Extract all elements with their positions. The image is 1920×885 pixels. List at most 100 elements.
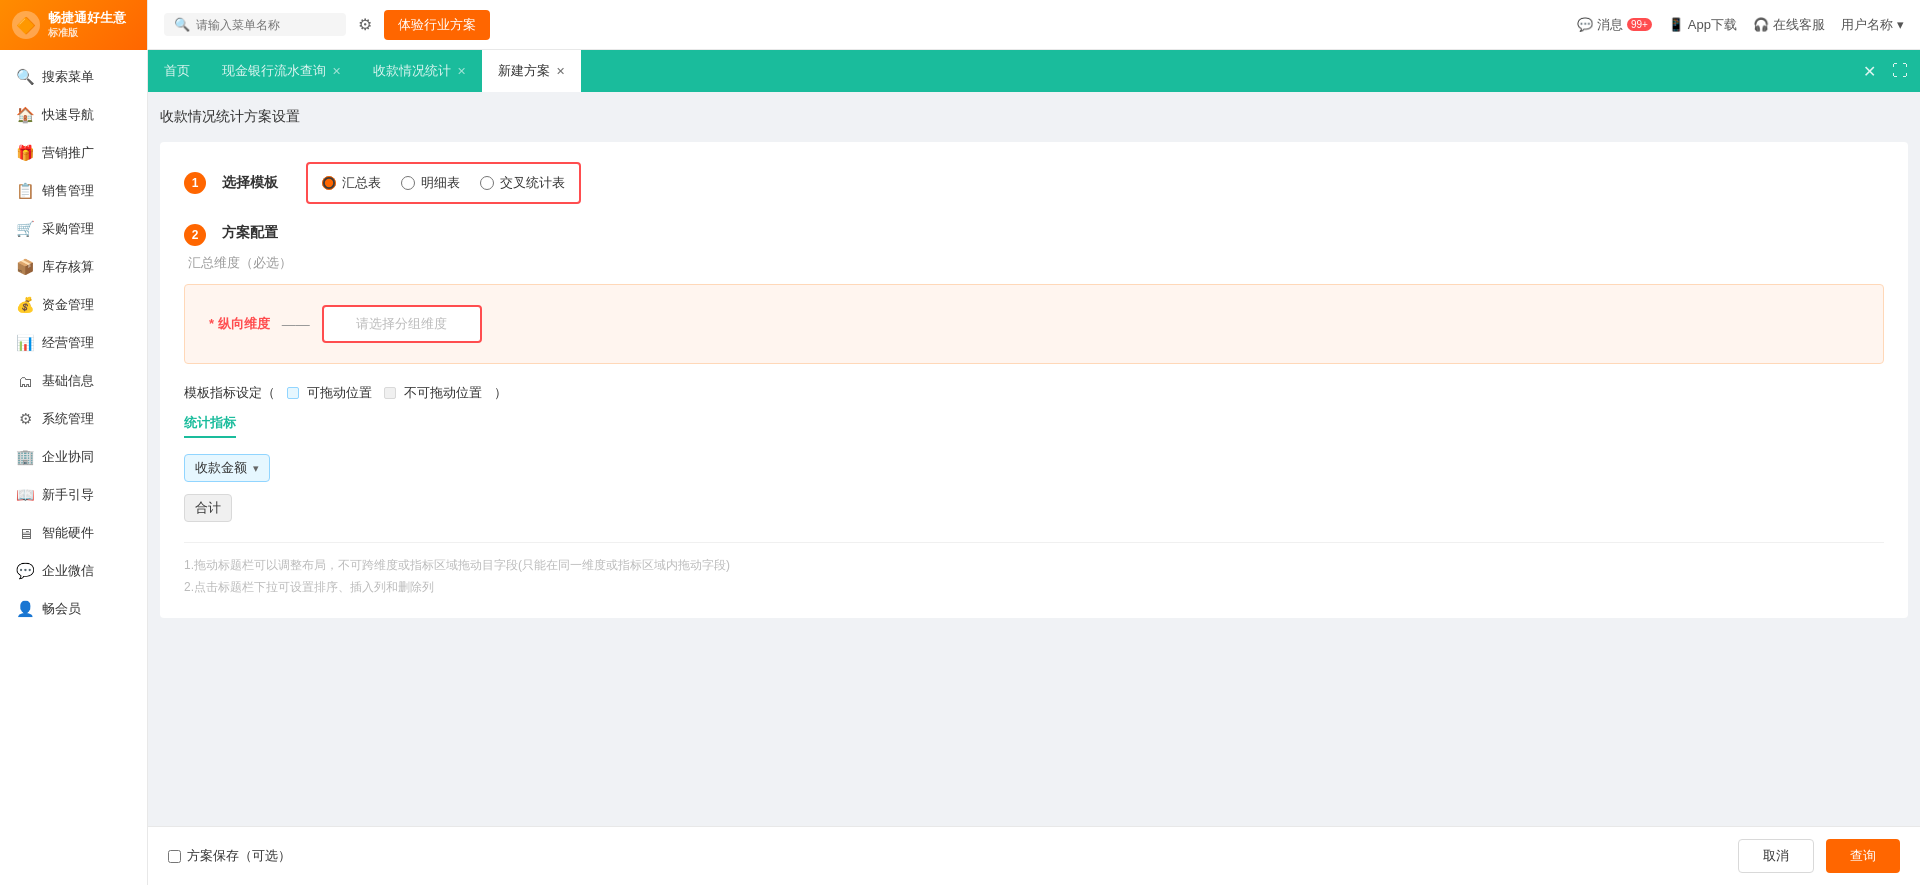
save-checkbox[interactable]: 方案保存（可选）	[168, 847, 291, 865]
sidebar-item-enterprise[interactable]: 🏢 企业协同	[0, 438, 147, 476]
sidebar-item-label: 销售管理	[42, 182, 94, 200]
sidebar-item-label: 企业微信	[42, 562, 94, 580]
tabbar: 首页 现金银行流水查询 ✕ 收款情况统计 ✕ 新建方案 ✕ ✕ ⛶	[148, 50, 1920, 92]
operations-icon: 📊	[16, 334, 34, 352]
sidebar-item-label: 企业协同	[42, 448, 94, 466]
sidebar-item-label: 资金管理	[42, 296, 94, 314]
tab-close-all-btn[interactable]: ✕	[1859, 58, 1880, 85]
main-area: 🔍 ⚙ 体验行业方案 💬 消息 99+ 📱 App下载 🎧 在线客服 用户名称 …	[148, 0, 1920, 885]
sidebar-item-label: 采购管理	[42, 220, 94, 238]
tab-receipt-close-icon[interactable]: ✕	[457, 65, 466, 78]
draggable-dot	[287, 387, 299, 399]
radio-summary-input[interactable]	[322, 176, 336, 190]
dimension-select-placeholder[interactable]: 请选择分组维度	[322, 305, 482, 343]
gift-icon: 🎁	[16, 144, 34, 162]
sidebar-item-base-info[interactable]: 🗂 基础信息	[0, 362, 147, 400]
radio-summary-label: 汇总表	[342, 174, 381, 192]
tabbar-actions: ✕ ⛶	[1859, 58, 1920, 85]
topbar-right: 💬 消息 99+ 📱 App下载 🎧 在线客服 用户名称 ▾	[1577, 16, 1904, 34]
sidebar-logo: 🔶 畅捷通好生意 标准版	[0, 0, 147, 50]
sidebar-item-hardware[interactable]: 🖥 智能硬件	[0, 514, 147, 552]
radio-cross[interactable]: 交叉统计表	[480, 174, 565, 192]
settings-icon[interactable]: ⚙	[358, 15, 372, 34]
radio-summary[interactable]: 汇总表	[322, 174, 381, 192]
metrics-group: 统计指标 收款金额 ▾ 合计	[184, 414, 1884, 522]
step2-num: 2	[184, 224, 206, 246]
tab-new-plan[interactable]: 新建方案 ✕	[482, 50, 581, 92]
step1-num: 1	[184, 172, 206, 194]
arrow-icon: ——	[282, 316, 310, 332]
sidebar-item-label: 系统管理	[42, 410, 94, 428]
cancel-button[interactable]: 取消	[1738, 839, 1814, 873]
sidebar-item-member[interactable]: 👤 畅会员	[0, 590, 147, 628]
search-box[interactable]: 🔍	[164, 13, 346, 36]
tab-maximize-btn[interactable]: ⛶	[1888, 58, 1912, 84]
tab-receipt-label: 收款情况统计	[373, 62, 451, 80]
radio-cross-input[interactable]	[480, 176, 494, 190]
non-draggable-dot	[384, 387, 396, 399]
message-badge: 99+	[1627, 18, 1652, 31]
sidebar-item-guide[interactable]: 📖 新手引导	[0, 476, 147, 514]
sidebar-item-marketing[interactable]: 🎁 营销推广	[0, 134, 147, 172]
step2-label: 方案配置	[222, 224, 278, 242]
tab-receipt[interactable]: 收款情况统计 ✕	[357, 50, 482, 92]
tab-cashflow-close-icon[interactable]: ✕	[332, 65, 341, 78]
dimension-area: * 纵向维度 —— 请选择分组维度	[184, 284, 1884, 364]
base-info-icon: 🗂	[16, 372, 34, 390]
topbar: 🔍 ⚙ 体验行业方案 💬 消息 99+ 📱 App下载 🎧 在线客服 用户名称 …	[148, 0, 1920, 50]
radio-cross-label: 交叉统计表	[500, 174, 565, 192]
purchase-icon: 🛒	[16, 220, 34, 238]
member-icon: 👤	[16, 600, 34, 618]
tab-cashflow[interactable]: 现金银行流水查询 ✕	[206, 50, 357, 92]
query-button[interactable]: 查询	[1826, 839, 1900, 873]
service-icon: 🎧	[1753, 17, 1769, 32]
draggable-label: 可拖动位置	[307, 384, 372, 402]
service-label: 在线客服	[1773, 16, 1825, 34]
service-item[interactable]: 🎧 在线客服	[1753, 16, 1825, 34]
radio-detail-input[interactable]	[401, 176, 415, 190]
sidebar-item-wechat[interactable]: 💬 企业微信	[0, 552, 147, 590]
guide-icon: 📖	[16, 486, 34, 504]
content-area: 收款情况统计方案设置 1 选择模板 汇总表 明细表	[148, 92, 1920, 826]
sidebar-item-label: 畅会员	[42, 600, 81, 618]
enterprise-icon: 🏢	[16, 448, 34, 466]
download-item[interactable]: 📱 App下载	[1668, 16, 1737, 34]
logo-sub: 标准版	[48, 26, 126, 40]
sidebar-item-label: 新手引导	[42, 486, 94, 504]
home-icon: 🏠	[16, 106, 34, 124]
metric-tag-label: 收款金额	[195, 459, 247, 477]
logo-icon: 🔶	[12, 11, 40, 39]
sidebar-item-operations[interactable]: 📊 经营管理	[0, 324, 147, 362]
tab-home[interactable]: 首页	[148, 50, 206, 92]
tips-section: 1.拖动标题栏可以调整布局，不可跨维度或指标区域拖动目字段(只能在同一维度或指标…	[184, 542, 1884, 598]
sidebar-item-label: 库存核算	[42, 258, 94, 276]
hardware-icon: 🖥	[16, 524, 34, 542]
download-label: App下载	[1688, 16, 1737, 34]
vertical-dimension-label: * 纵向维度	[209, 315, 270, 333]
sidebar-item-search[interactable]: 🔍 搜索菜单	[0, 58, 147, 96]
search-icon: 🔍	[174, 17, 190, 32]
sidebar-item-inventory[interactable]: 📦 库存核算	[0, 248, 147, 286]
message-icon: 💬	[1577, 17, 1593, 32]
tip-1: 1.拖动标题栏可以调整布局，不可跨维度或指标区域拖动目字段(只能在同一维度或指标…	[184, 555, 1884, 577]
sidebar-item-quick-nav[interactable]: 🏠 快速导航	[0, 96, 147, 134]
metrics-group-label: 统计指标	[184, 414, 236, 438]
user-item[interactable]: 用户名称 ▾	[1841, 16, 1904, 34]
message-label: 消息	[1597, 16, 1623, 34]
message-item[interactable]: 💬 消息 99+	[1577, 16, 1652, 34]
sidebar-item-finance[interactable]: 💰 资金管理	[0, 286, 147, 324]
search-input[interactable]	[196, 18, 336, 32]
step2-row: 2 方案配置	[184, 224, 1884, 246]
sidebar-item-system[interactable]: ⚙ 系统管理	[0, 400, 147, 438]
tip-2: 2.点击标题栏下拉可设置排序、插入列和删除列	[184, 577, 1884, 599]
industry-btn[interactable]: 体验行业方案	[384, 10, 490, 40]
wechat-icon: 💬	[16, 562, 34, 580]
tab-new-plan-close-icon[interactable]: ✕	[556, 65, 565, 78]
metric-tag-amount[interactable]: 收款金额 ▾	[184, 454, 270, 482]
radio-detail[interactable]: 明细表	[401, 174, 460, 192]
sidebar-item-sales[interactable]: 📋 销售管理	[0, 172, 147, 210]
sidebar-item-label: 营销推广	[42, 144, 94, 162]
tab-home-label: 首页	[164, 62, 190, 80]
sidebar-item-purchase[interactable]: 🛒 采购管理	[0, 210, 147, 248]
save-checkbox-input[interactable]	[168, 850, 181, 863]
